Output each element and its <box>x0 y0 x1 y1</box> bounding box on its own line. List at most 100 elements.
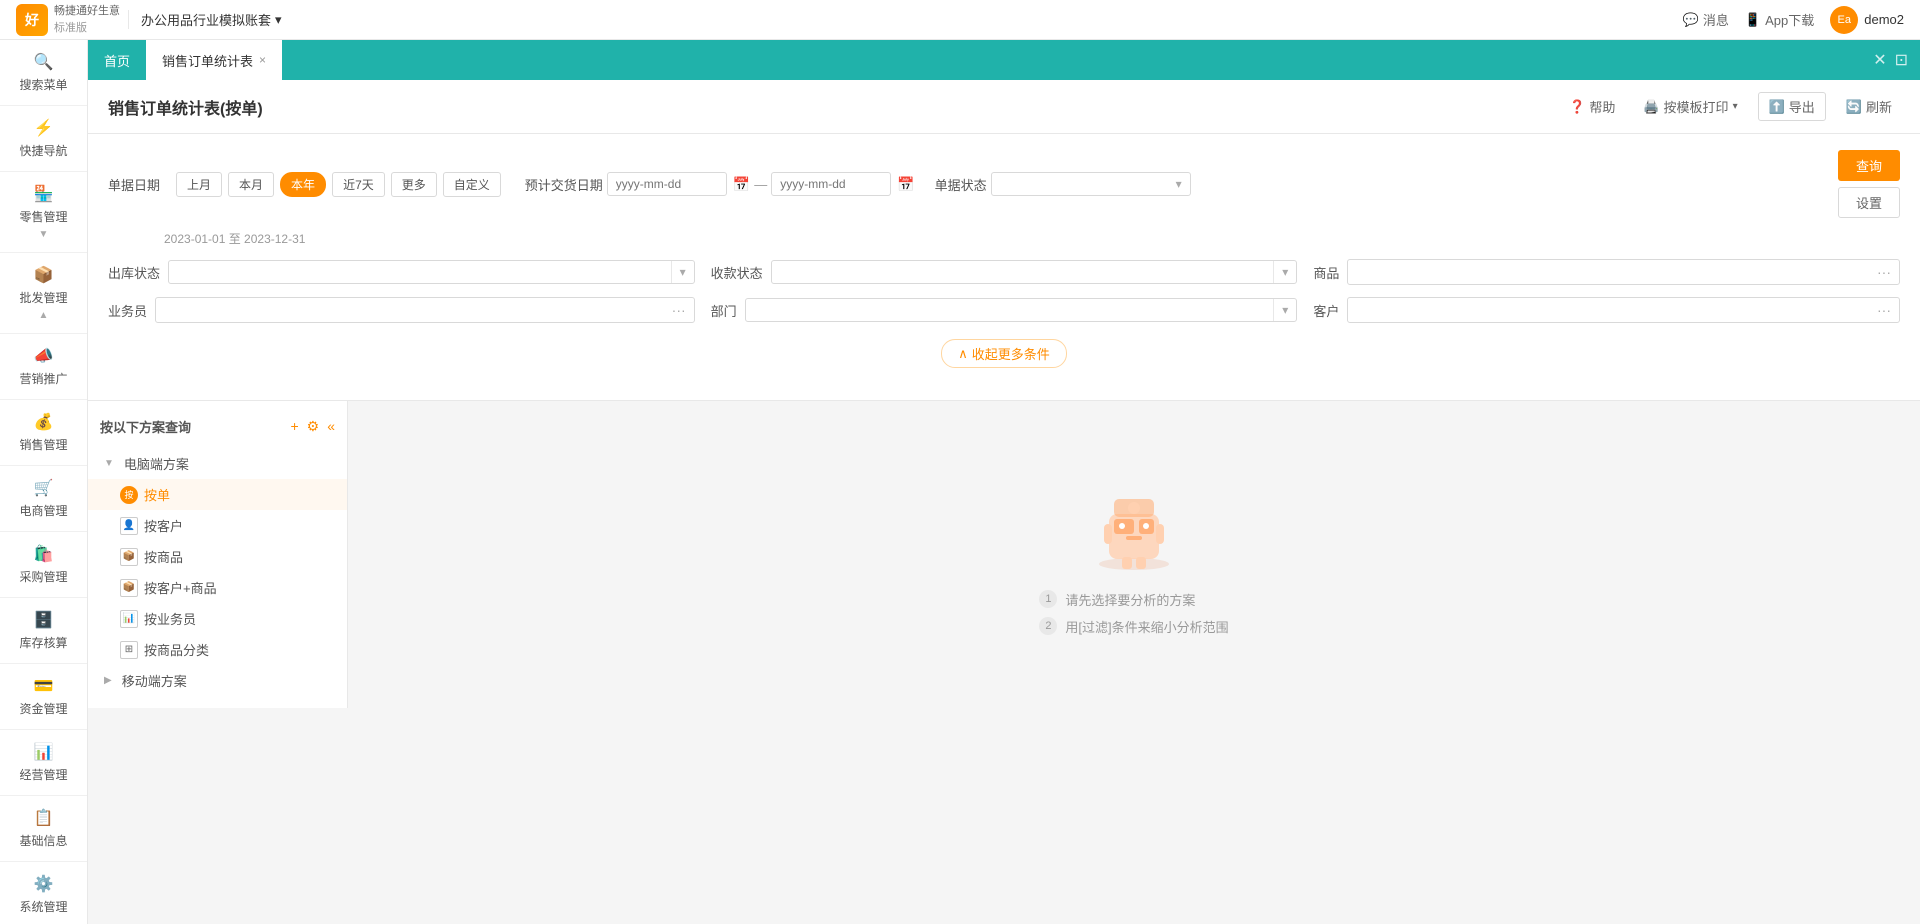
goods-text <box>1348 268 1869 276</box>
message-button[interactable]: 💬 消息 <box>1683 10 1729 29</box>
by-order-label: 按单 <box>144 485 170 504</box>
tree-item-by-goods-category[interactable]: ⊞ 按商品分类 <box>88 634 347 665</box>
export-button[interactable]: ⬆️ 导出 <box>1758 92 1826 121</box>
salesperson-more-icon: ··· <box>664 298 694 322</box>
print-button[interactable]: 🖨️ 按模板打印 ▾ <box>1635 93 1745 120</box>
sidebar-item-search[interactable]: 🔍 搜索菜单 <box>0 40 87 106</box>
pc-section-expand-icon: ▼ <box>104 458 114 469</box>
bill-status-field[interactable]: ▾ <box>991 172 1191 196</box>
last7-button[interactable]: 近7天 <box>332 172 385 197</box>
collapse-button[interactable]: ∧ 收起更多条件 <box>941 339 1067 368</box>
tab-home[interactable]: 首页 <box>88 40 146 80</box>
tab-maximize-icon[interactable]: ⊡ <box>1895 50 1908 70</box>
sidebar-item-purchase[interactable]: 🛍️ 采购管理 <box>0 532 87 598</box>
left-panel-header: 按以下方案查询 + ⚙ « <box>88 413 347 440</box>
expected-date-end-input[interactable] <box>771 172 891 196</box>
curr-month-button[interactable]: 本月 <box>228 172 274 197</box>
app-download-button[interactable]: 📱 App下载 <box>1745 10 1814 29</box>
sidebar: 🔍 搜索菜单 ⚡ 快捷导航 🏪 零售管理 ▼ 📦 批发管理 ▲ 📣 营销推广 💰… <box>0 40 88 924</box>
out-status-chevron-icon: ▾ <box>671 261 694 283</box>
basic-icon: 📋 <box>34 808 54 828</box>
goods-field[interactable]: ··· <box>1347 259 1900 285</box>
sidebar-purchase-label: 采购管理 <box>19 568 67 585</box>
by-salesperson-label: 按业务员 <box>144 609 196 628</box>
message-label: 消息 <box>1703 10 1729 29</box>
mobile-section-expand-icon: ▶ <box>104 675 112 686</box>
filter-section: 单据日期 上月 本月 本年 近7天 更多 自定义 <box>88 134 1920 392</box>
sidebar-item-inventory[interactable]: 🗄️ 库存核算 <box>0 598 87 664</box>
date-range-text: 2023-01-01 至 2023-12-31 <box>164 232 305 246</box>
user-area[interactable]: Ea demo2 <box>1830 6 1904 34</box>
sidebar-finance-label: 资金管理 <box>19 700 67 717</box>
tree-item-by-customer-goods[interactable]: 📦 按客户+商品 <box>88 572 347 603</box>
department-field[interactable]: ▾ <box>745 298 1298 322</box>
curr-year-button[interactable]: 本年 <box>280 172 326 197</box>
export-label: 导出 <box>1789 97 1815 116</box>
department-text <box>746 306 1274 314</box>
tab-close-window-icon[interactable]: ✕ <box>1873 50 1886 70</box>
calendar-start-icon[interactable]: 📅 <box>733 176 750 193</box>
sidebar-item-operations[interactable]: 📊 经营管理 <box>0 730 87 796</box>
top-bar-left: 好 畅捷通好生意 标准版 办公用品行业模拟账套 ▾ <box>16 4 282 36</box>
sidebar-item-wholesale[interactable]: 📦 批发管理 ▲ <box>0 253 87 334</box>
tree-item-by-goods[interactable]: 📦 按商品 <box>88 541 347 572</box>
ecom-icon: 🛒 <box>34 478 54 498</box>
date-separator: — <box>754 177 767 192</box>
workspace-selector[interactable]: 办公用品行业模拟账套 ▾ <box>128 10 282 29</box>
out-status-field[interactable]: ▾ <box>168 260 695 284</box>
prev-month-button[interactable]: 上月 <box>176 172 222 197</box>
tree-mobile-section-header[interactable]: ▶ 移动端方案 <box>88 665 347 696</box>
expected-date-start-input[interactable] <box>607 172 727 196</box>
sidebar-item-marketing[interactable]: 📣 营销推广 <box>0 334 87 400</box>
sidebar-item-system[interactable]: ⚙️ 系统管理 <box>0 862 87 924</box>
refresh-label: 刷新 <box>1866 97 1892 116</box>
filter-row-1: 单据日期 上月 本月 本年 近7天 更多 自定义 <box>108 150 1900 218</box>
settings-plan-icon[interactable]: ⚙ <box>307 418 320 435</box>
sidebar-item-retail[interactable]: 🏪 零售管理 ▼ <box>0 172 87 253</box>
query-button[interactable]: 查询 <box>1838 150 1900 181</box>
sidebar-item-basic[interactable]: 📋 基础信息 <box>0 796 87 862</box>
sidebar-search-label: 搜索菜单 <box>19 76 67 93</box>
refresh-button[interactable]: 🔄 刷新 <box>1838 93 1900 120</box>
print-icon: 🖨️ <box>1643 99 1659 115</box>
salesperson-field[interactable]: ··· <box>155 297 695 323</box>
more-button[interactable]: 更多 <box>391 172 437 197</box>
by-salesperson-icon: 📊 <box>120 610 138 628</box>
calendar-end-icon[interactable]: 📅 <box>897 176 914 193</box>
collapse-panel-icon[interactable]: « <box>327 418 335 435</box>
add-plan-icon[interactable]: + <box>290 418 298 435</box>
collapse-up-icon: ∧ <box>958 346 968 362</box>
tab-sales-stat[interactable]: 销售订单统计表 × <box>146 40 282 80</box>
tree-pc-section-header[interactable]: ▼ 电脑端方案 <box>88 448 347 479</box>
help-button[interactable]: ❓ 帮助 <box>1561 93 1623 120</box>
sidebar-operations-label: 经营管理 <box>19 766 67 783</box>
sidebar-item-ecom[interactable]: 🛒 电商管理 <box>0 466 87 532</box>
collection-status-label: 收款状态 <box>711 263 763 282</box>
quicknav-icon: ⚡ <box>34 118 54 138</box>
help-label: 帮助 <box>1589 97 1615 116</box>
sidebar-item-sales[interactable]: 💰 销售管理 <box>0 400 87 466</box>
goods-group: 商品 ··· <box>1313 259 1900 285</box>
collection-status-group: 收款状态 ▾ <box>711 259 1298 285</box>
bill-status-label: 单据状态 <box>935 175 987 194</box>
tree-item-by-order[interactable]: 按 按单 <box>88 479 347 510</box>
customer-more-icon: ··· <box>1869 298 1899 322</box>
goods-more-icon: ··· <box>1869 260 1899 284</box>
by-goods-category-icon: ⊞ <box>120 641 138 659</box>
mobile-section-label: 移动端方案 <box>122 671 187 690</box>
tree-item-by-customer[interactable]: 👤 按客户 <box>88 510 347 541</box>
custom-button[interactable]: 自定义 <box>443 172 501 197</box>
tab-close-icon[interactable]: × <box>259 53 266 67</box>
settings-button[interactable]: 设置 <box>1838 187 1900 218</box>
left-panel-actions: + ⚙ « <box>290 418 335 435</box>
tip1-num: 1 <box>1039 590 1057 608</box>
tree-item-by-salesperson[interactable]: 📊 按业务员 <box>88 603 347 634</box>
export-icon: ⬆️ <box>1769 99 1785 115</box>
page-header: 销售订单统计表(按单) ❓ 帮助 🖨️ 按模板打印 ▾ ⬆️ 导出 <box>88 80 1920 134</box>
logo-area[interactable]: 好 畅捷通好生意 标准版 <box>16 4 120 36</box>
sidebar-item-quicknav[interactable]: ⚡ 快捷导航 <box>0 106 87 172</box>
sidebar-item-finance[interactable]: 💳 资金管理 <box>0 664 87 730</box>
customer-field[interactable]: ··· <box>1347 297 1900 323</box>
logo-text-area: 畅捷通好生意 标准版 <box>54 4 120 34</box>
collection-status-field[interactable]: ▾ <box>771 260 1298 284</box>
